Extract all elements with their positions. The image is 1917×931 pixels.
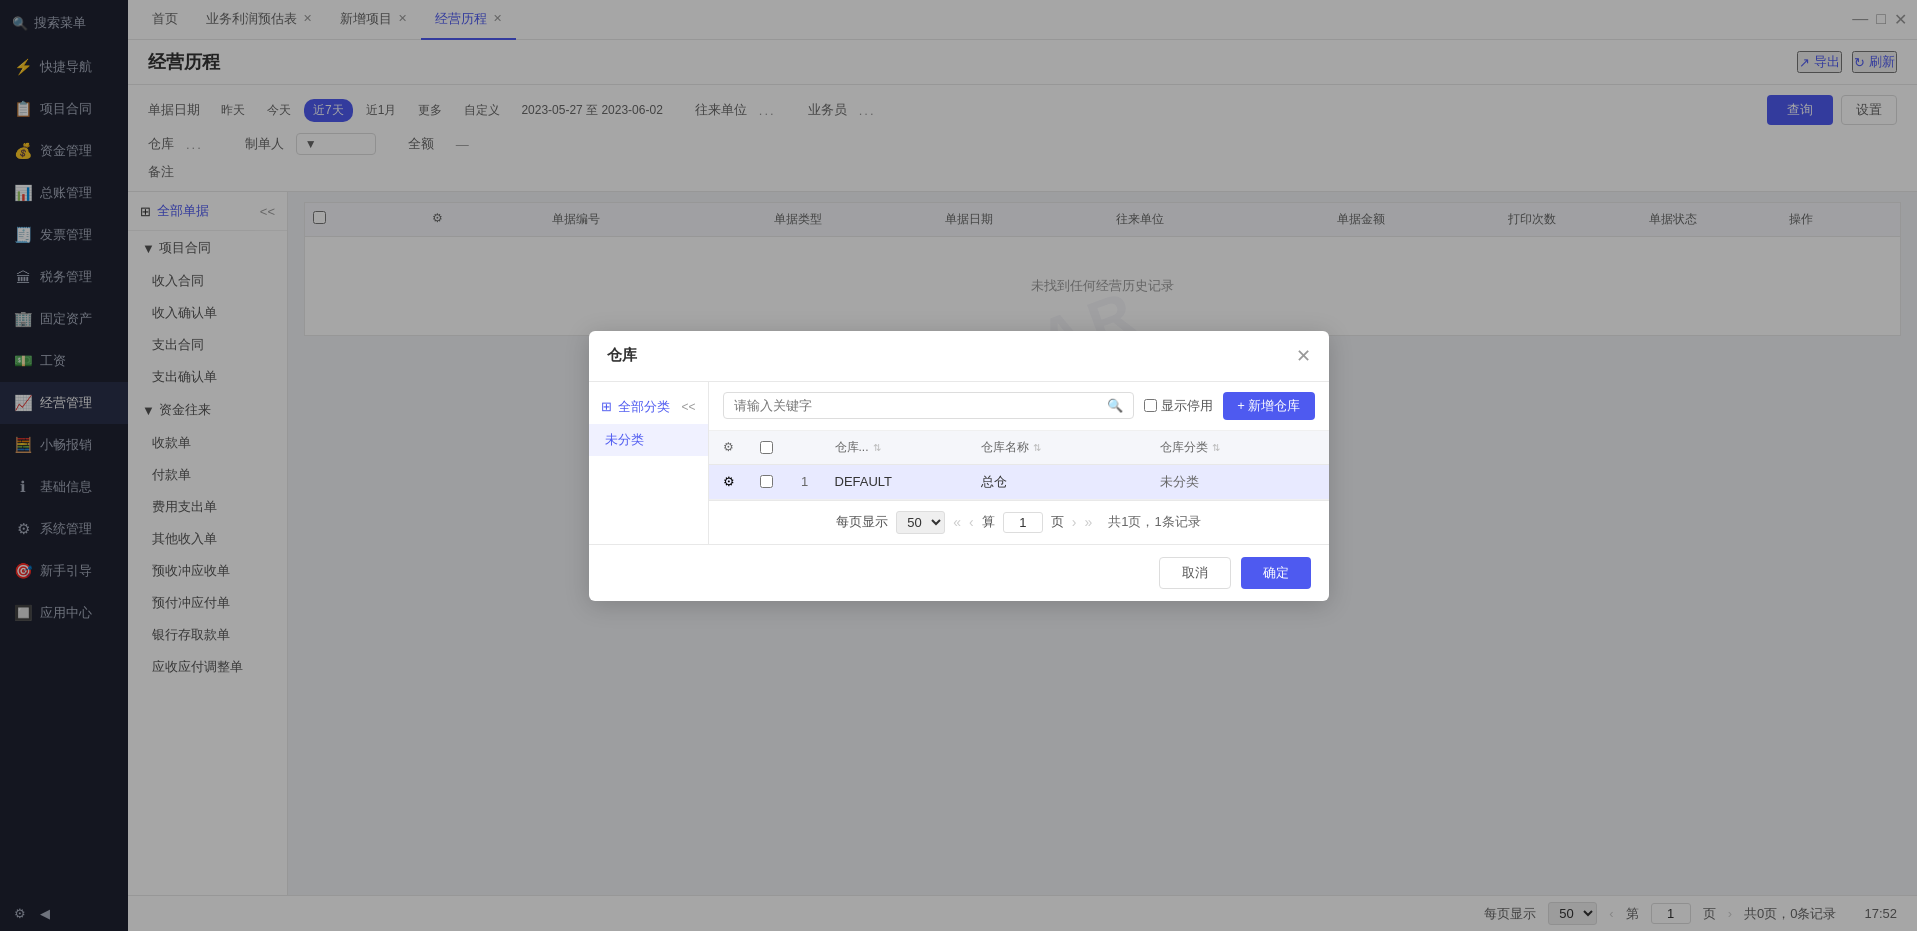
code-sort-icon: ⇅ — [873, 442, 881, 453]
modal-th-settings[interactable]: ⚙ — [709, 431, 749, 464]
modal-last-page-btn[interactable]: » — [1084, 514, 1092, 530]
name-sort-icon: ⇅ — [1033, 442, 1041, 453]
modal-th-check — [749, 431, 785, 464]
modal-title: 仓库 — [607, 346, 637, 365]
modal-prev-page-btn[interactable]: ‹ — [969, 514, 974, 530]
modal-close-button[interactable]: ✕ — [1296, 345, 1311, 367]
modal-th-num — [785, 431, 825, 464]
confirm-button[interactable]: 确定 — [1241, 557, 1311, 589]
modal-table-header: ⚙ 仓库... ⇅ 仓库名称 ⇅ 仓库分类 — [709, 431, 1329, 465]
modal-table-row[interactable]: ⚙ 1 DEFAULT 总仓 未分类 — [709, 465, 1329, 500]
modal-left-uncategorized[interactable]: 未分类 — [589, 424, 708, 456]
add-warehouse-button[interactable]: + 新增仓库 — [1223, 392, 1314, 420]
show-disabled-toggle[interactable]: 显示停用 — [1144, 397, 1213, 415]
modal-search-input[interactable] — [734, 398, 1102, 413]
modal-td-code: DEFAULT — [825, 466, 972, 497]
modal-row-checkbox[interactable] — [760, 475, 773, 488]
modal-first-page-btn[interactable]: « — [953, 514, 961, 530]
modal-th-category[interactable]: 仓库分类 ⇅ — [1150, 431, 1329, 464]
modal-left-all-categories[interactable]: ⊞ 全部分类 << — [589, 390, 708, 424]
modal-search-box: 🔍 — [723, 392, 1135, 419]
show-disabled-checkbox[interactable] — [1144, 399, 1157, 412]
modal-next-page-btn[interactable]: › — [1072, 514, 1077, 530]
modal-td-category: 未分类 — [1150, 465, 1329, 499]
modal-table: ⚙ 仓库... ⇅ 仓库名称 ⇅ 仓库分类 — [709, 431, 1329, 500]
modal-th-code[interactable]: 仓库... ⇅ — [825, 431, 972, 464]
modal-td-settings[interactable]: ⚙ — [709, 466, 749, 497]
modal-right-panel: 🔍 显示停用 + 新增仓库 ⚙ — [709, 382, 1329, 544]
modal-page-size-select[interactable]: 50 — [896, 511, 945, 534]
all-categories-icon: ⊞ — [601, 399, 612, 414]
modal-search-icon[interactable]: 🔍 — [1107, 398, 1123, 413]
warehouse-modal: 仓库 ✕ ⊞ 全部分类 << 未分类 🔍 显示停用 — [589, 331, 1329, 601]
modal-toolbar: 🔍 显示停用 + 新增仓库 — [709, 382, 1329, 431]
modal-pagination: 每页显示 50 « ‹ 算 页 › » 共1页，1条记录 — [709, 500, 1329, 544]
modal-td-check[interactable] — [749, 467, 785, 496]
modal-left-panel: ⊞ 全部分类 << 未分类 — [589, 382, 709, 544]
modal-td-name: 总仓 — [971, 465, 1150, 499]
row-settings-icon: ⚙ — [723, 474, 735, 489]
cancel-button[interactable]: 取消 — [1159, 557, 1231, 589]
modal-page-input[interactable] — [1003, 512, 1043, 533]
modal-select-all-checkbox[interactable] — [760, 441, 773, 454]
modal-footer: 取消 确定 — [589, 544, 1329, 601]
modal-th-name[interactable]: 仓库名称 ⇅ — [971, 431, 1150, 464]
modal-body: ⊞ 全部分类 << 未分类 🔍 显示停用 + 新增仓库 — [589, 382, 1329, 544]
category-sort-icon: ⇅ — [1212, 442, 1220, 453]
modal-header: 仓库 ✕ — [589, 331, 1329, 382]
settings-icon: ⚙ — [723, 440, 734, 454]
modal-collapse-btn[interactable]: << — [681, 400, 695, 414]
modal-td-num: 1 — [785, 466, 825, 497]
